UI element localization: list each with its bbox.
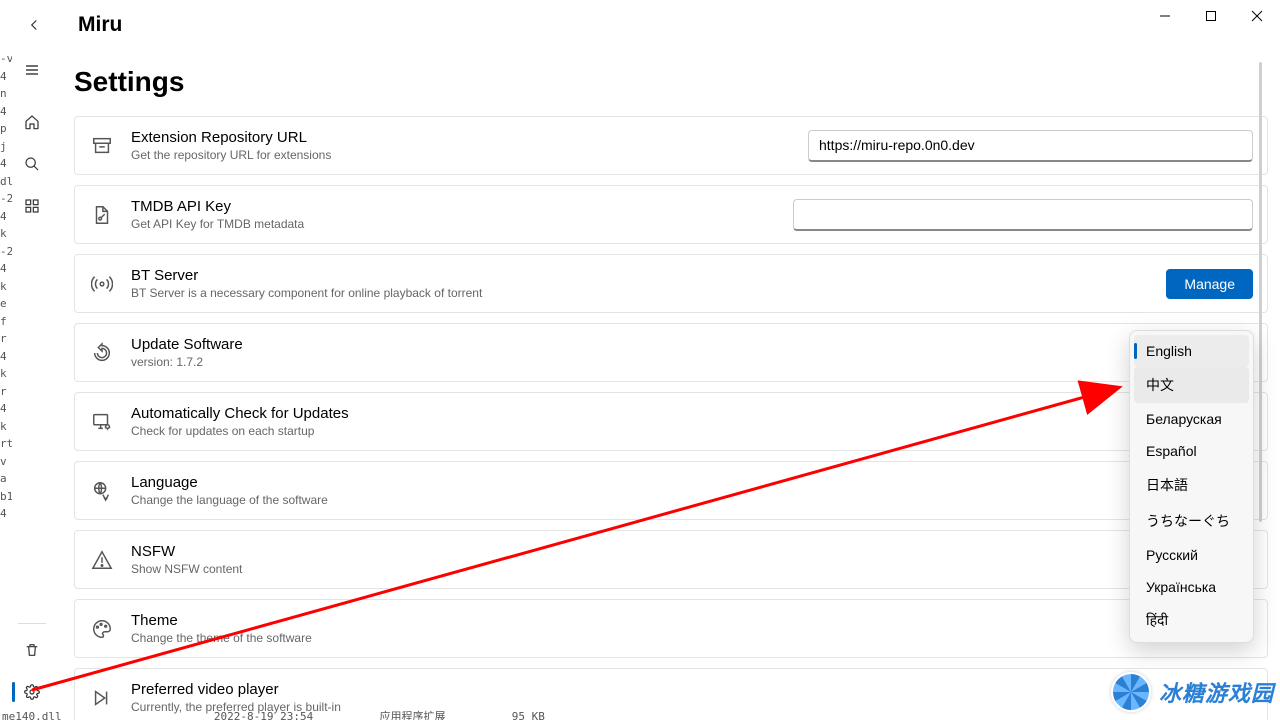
row-title: Extension Repository URL	[131, 129, 331, 146]
play-forward-icon	[91, 687, 113, 709]
arrow-left-icon	[25, 16, 43, 34]
manage-button[interactable]: Manage	[1166, 269, 1253, 299]
window-controls	[1142, 0, 1280, 32]
minimize-button[interactable]	[1142, 0, 1188, 32]
setting-row-theme[interactable]: Theme Change the theme of the software	[74, 599, 1268, 658]
setting-row-bt: BT Server BT Server is a necessary compon…	[74, 254, 1268, 313]
row-desc: Get API Key for TMDB metadata	[131, 217, 304, 231]
grid-icon	[24, 198, 40, 214]
broadcast-icon	[91, 273, 113, 295]
dropdown-item-okinawan[interactable]: うちなーぐち	[1134, 503, 1249, 539]
language-dropdown: English 中文 Беларуская Español 日本語 うちなーぐち…	[1129, 330, 1254, 643]
titlebar: Miru	[0, 0, 1280, 50]
setting-row-repo: Extension Repository URL Get the reposito…	[74, 116, 1268, 175]
row-desc: version: 1.7.2	[131, 355, 243, 369]
sidebar-trash[interactable]	[12, 630, 52, 670]
gear-icon	[24, 684, 40, 700]
refresh-icon	[91, 342, 113, 364]
search-icon	[24, 156, 40, 172]
minimize-icon	[1159, 10, 1171, 22]
sidebar-menu[interactable]	[12, 50, 52, 90]
hamburger-icon	[24, 62, 40, 78]
sidebar-divider	[18, 623, 46, 624]
key-file-icon	[91, 204, 113, 226]
tmdb-key-input[interactable]	[793, 199, 1253, 231]
row-desc: Get the repository URL for extensions	[131, 148, 331, 162]
row-desc: Show NSFW content	[131, 562, 242, 576]
globe-language-icon	[91, 480, 113, 502]
row-desc: Change the language of the software	[131, 493, 328, 507]
trash-icon	[24, 642, 40, 658]
sidebar-home[interactable]	[12, 102, 52, 142]
watermark-logo-icon	[1111, 672, 1151, 712]
row-title: Language	[131, 474, 328, 491]
row-title: Preferred video player	[131, 681, 341, 698]
warning-icon	[91, 549, 113, 571]
home-icon	[24, 114, 40, 130]
sidebar-extensions[interactable]	[12, 186, 52, 226]
close-button[interactable]	[1234, 0, 1280, 32]
dropdown-item-hindi[interactable]: हिंदी	[1134, 603, 1249, 638]
row-desc: Check for updates on each startup	[131, 424, 349, 438]
monitor-gear-icon	[91, 411, 113, 433]
background-file-row: me140.dll 2022-8-19 23:54 应用程序扩展 95 KB	[0, 708, 600, 720]
setting-row-tmdb: TMDB API Key Get API Key for TMDB metadat…	[74, 185, 1268, 244]
back-button[interactable]	[14, 5, 54, 45]
row-desc: BT Server is a necessary component for o…	[131, 286, 482, 300]
page-title: Settings	[74, 66, 1268, 98]
watermark: 冰糖游戏园	[1111, 672, 1274, 712]
row-title: BT Server	[131, 267, 482, 284]
sidebar-settings[interactable]	[12, 672, 52, 712]
dropdown-item-russian[interactable]: Русский	[1134, 539, 1249, 571]
sidebar	[12, 50, 52, 720]
row-title: Update Software	[131, 336, 243, 353]
app-title: Miru	[78, 13, 122, 37]
dropdown-item-spanish[interactable]: Español	[1134, 435, 1249, 467]
row-title: NSFW	[131, 543, 242, 560]
dropdown-item-japanese[interactable]: 日本語	[1134, 467, 1249, 503]
setting-row-update[interactable]: Update Software version: 1.7.2	[74, 323, 1268, 382]
setting-row-language[interactable]: Language Change the language of the softw…	[74, 461, 1268, 520]
setting-row-nsfw[interactable]: NSFW Show NSFW content	[74, 530, 1268, 589]
setting-row-autocheck[interactable]: Automatically Check for Updates Check for…	[74, 392, 1268, 451]
maximize-button[interactable]	[1188, 0, 1234, 32]
row-desc: Change the theme of the software	[131, 631, 312, 645]
row-title: Automatically Check for Updates	[131, 405, 349, 422]
archive-icon	[91, 135, 113, 157]
dropdown-item-belarusian[interactable]: Беларуская	[1134, 403, 1249, 435]
dropdown-item-english[interactable]: English	[1134, 335, 1249, 367]
row-title: TMDB API Key	[131, 198, 304, 215]
sidebar-search[interactable]	[12, 144, 52, 184]
dropdown-item-ukrainian[interactable]: Українська	[1134, 571, 1249, 603]
maximize-icon	[1205, 10, 1217, 22]
palette-icon	[91, 618, 113, 640]
repo-url-input[interactable]	[808, 130, 1253, 162]
truncated-bg-text: -v 4 n 4 p j 4 dl -2 4 k -2 4 k e f r 4 …	[0, 50, 12, 710]
close-icon	[1251, 10, 1263, 22]
dropdown-item-chinese[interactable]: 中文	[1134, 367, 1249, 403]
main-content: Settings Extension Repository URL Get the…	[62, 50, 1280, 720]
scrollbar[interactable]	[1259, 62, 1262, 522]
watermark-text: 冰糖游戏园	[1159, 676, 1274, 708]
row-title: Theme	[131, 612, 312, 629]
